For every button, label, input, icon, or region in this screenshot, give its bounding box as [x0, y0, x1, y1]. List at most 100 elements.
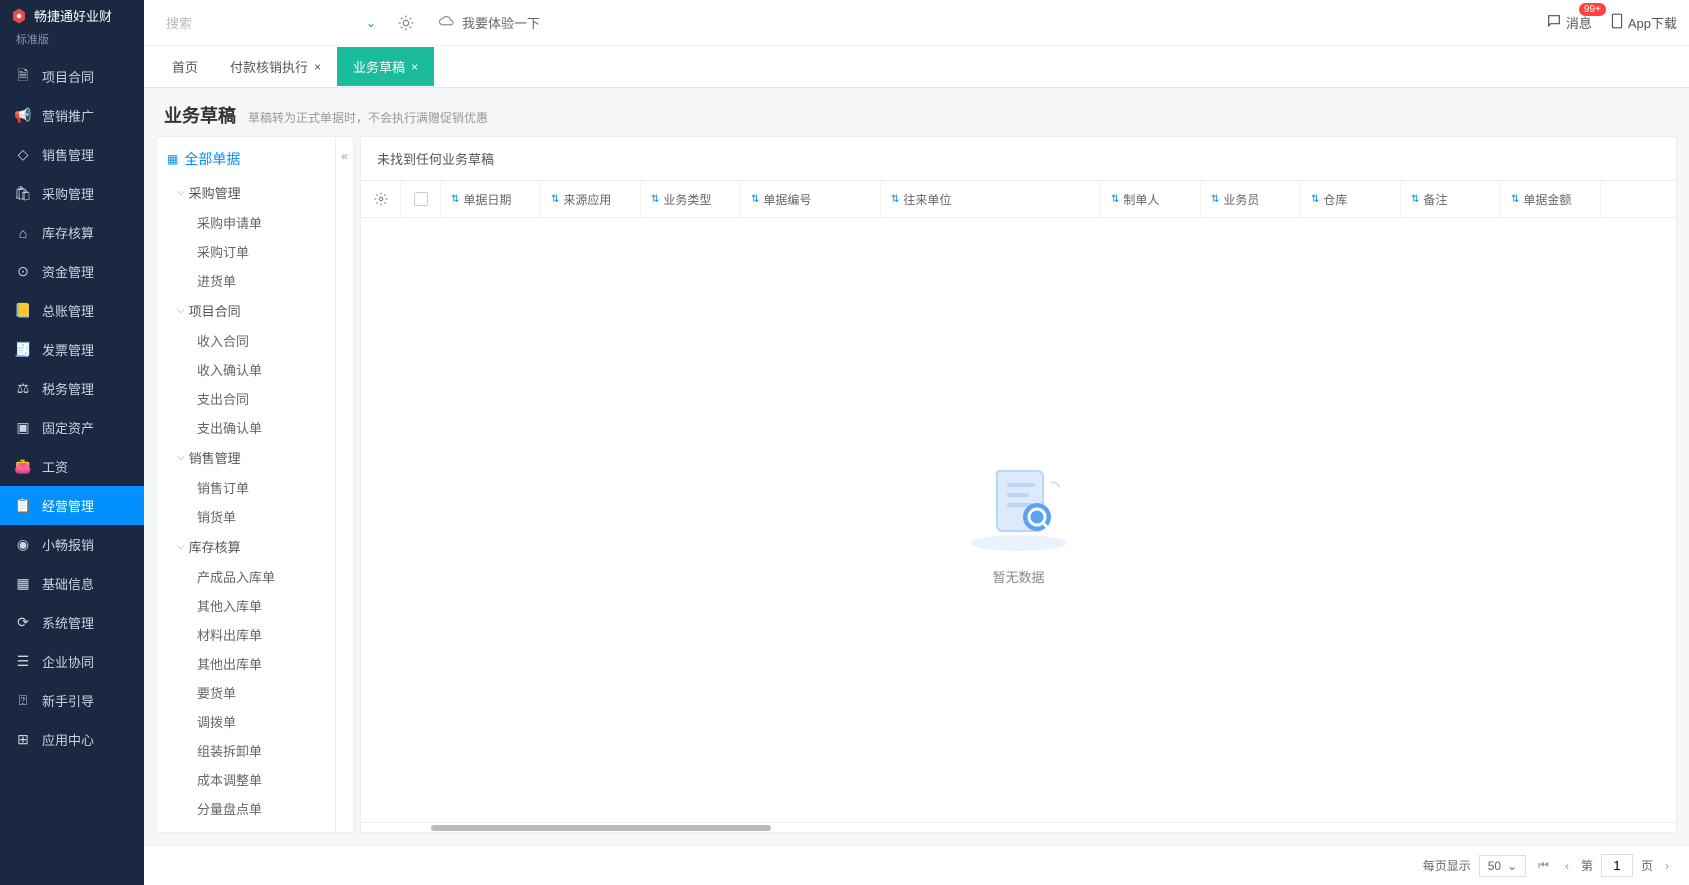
search-input[interactable]: 搜索 ⌄	[156, 7, 386, 39]
col-type[interactable]: ⇅业务类型	[641, 181, 741, 217]
sidebar-item-9[interactable]: ▣ 固定资产	[0, 408, 144, 447]
tree-leaf-3-8[interactable]: 分量盘点单	[157, 794, 335, 823]
sidebar-item-0[interactable]: 🗎 项目合同	[0, 57, 144, 96]
page-label-suffix: 页	[1641, 857, 1653, 874]
sidebar-item-5[interactable]: ⊙资金管理	[0, 252, 144, 291]
sidebar-item-icon: ⍰	[14, 692, 32, 710]
search-placeholder: 搜索	[166, 13, 366, 32]
sidebar-item-6[interactable]: 📒总账管理	[0, 291, 144, 330]
tree-group-1[interactable]: ⌵项目合同	[157, 295, 335, 326]
phone-icon	[1610, 13, 1624, 32]
tree-group-2[interactable]: ⌵销售管理	[157, 442, 335, 473]
sidebar-item-icon: ⊞	[14, 731, 32, 749]
logo-icon	[10, 7, 28, 25]
category-panel-header[interactable]: ▦ 全部单据	[157, 137, 335, 177]
tree-leaf-3-3[interactable]: 其他出库单	[157, 649, 335, 678]
sidebar-item-15[interactable]: ☰企业协同	[0, 642, 144, 681]
tree-leaf-2-1[interactable]: 销货单	[157, 502, 335, 531]
tree-leaf-3-0[interactable]: 产成品入库单	[157, 562, 335, 591]
col-maker[interactable]: ⇅制单人	[1101, 181, 1201, 217]
tab-2[interactable]: 业务草稿×	[337, 47, 434, 86]
sidebar-item-label: 固定资产	[42, 418, 94, 437]
sort-icon: ⇅	[1211, 194, 1219, 205]
sidebar-item-14[interactable]: ⟳ 系统管理	[0, 603, 144, 642]
settings-button[interactable]	[394, 11, 418, 35]
tree-leaf-0-0[interactable]: 采购申请单	[157, 208, 335, 237]
per-page-select[interactable]: 50 ⌄	[1479, 855, 1526, 877]
empty-state-text: 暂无数据	[992, 567, 1044, 586]
col-date[interactable]: ⇅单据日期	[441, 181, 541, 217]
sidebar-item-7[interactable]: 🧾发票管理	[0, 330, 144, 369]
sidebar-item-icon: ◇	[14, 146, 32, 164]
tab-1[interactable]: 付款核销执行×	[214, 47, 337, 86]
tree-group-3[interactable]: ⌵库存核算	[157, 531, 335, 562]
tree-leaf-3-5[interactable]: 调拨单	[157, 707, 335, 736]
close-icon[interactable]: ×	[411, 60, 418, 74]
horizontal-scrollbar[interactable]	[361, 822, 1676, 832]
tree-leaf-1-3[interactable]: 支出确认单	[157, 413, 335, 442]
page-number-input[interactable]	[1601, 854, 1633, 877]
category-panel-title: 全部单据	[184, 149, 240, 169]
close-icon[interactable]: ×	[314, 60, 321, 74]
sidebar-item-label: 基础信息	[42, 574, 94, 593]
sidebar-item-icon: ▣	[14, 419, 32, 437]
sidebar-item-icon: ▦	[14, 575, 32, 593]
sidebar-item-icon: 🗎	[14, 68, 32, 86]
tree-leaf-3-2[interactable]: 材料出库单	[157, 620, 335, 649]
col-source[interactable]: ⇅来源应用	[541, 181, 641, 217]
col-note[interactable]: ⇅备注	[1401, 181, 1501, 217]
tree-leaf-2-0[interactable]: 销售订单	[157, 473, 335, 502]
prev-page-button[interactable]: ‹	[1561, 859, 1573, 873]
sidebar-item-icon: 📒	[14, 302, 32, 320]
column-settings-button[interactable]	[361, 181, 401, 217]
tree-leaf-1-0[interactable]: 收入合同	[157, 326, 335, 355]
tab-0[interactable]: 首页	[156, 47, 214, 86]
sidebar-item-2[interactable]: ◇ 销售管理	[0, 135, 144, 174]
col-code[interactable]: ⇅单据编号	[741, 181, 881, 217]
tree-leaf-1-1[interactable]: 收入确认单	[157, 355, 335, 384]
sidebar-item-label: 应用中心	[42, 730, 94, 749]
tree-leaf-3-7[interactable]: 成本调整单	[157, 765, 335, 794]
app-download-link[interactable]: App下载	[1610, 13, 1677, 32]
sidebar-item-label: 系统管理	[42, 613, 94, 632]
tree-leaf-0-2[interactable]: 进货单	[157, 266, 335, 295]
tree-leaf-3-4[interactable]: 要货单	[157, 678, 335, 707]
grid-icon: ▦	[167, 152, 178, 166]
sidebar-item-label: 项目合同	[42, 67, 94, 86]
sidebar-item-icon: ⊙	[14, 263, 32, 281]
table-body: 暂无数据	[361, 218, 1676, 822]
sidebar-item-11[interactable]: 📋经营管理	[0, 486, 144, 525]
first-page-button[interactable]: ⏮	[1534, 858, 1553, 873]
sidebar-item-icon: ⟳	[14, 614, 32, 632]
sidebar-item-label: 工资	[42, 457, 68, 476]
col-warehouse[interactable]: ⇅仓库	[1301, 181, 1401, 217]
sidebar-item-3[interactable]: 🛍采购管理	[0, 174, 144, 213]
chevron-down-icon: ⌄	[1507, 859, 1517, 873]
sidebar-item-label: 销售管理	[42, 145, 94, 164]
collapse-panel-button[interactable]: «	[336, 136, 354, 833]
tree-leaf-1-2[interactable]: 支出合同	[157, 384, 335, 413]
tree-leaf-3-6[interactable]: 组装拆卸单	[157, 736, 335, 765]
select-all-checkbox[interactable]	[401, 181, 441, 217]
sidebar-item-10[interactable]: 👛工资	[0, 447, 144, 486]
sidebar-item-13[interactable]: ▦ 基础信息	[0, 564, 144, 603]
next-page-button[interactable]: ›	[1661, 859, 1673, 873]
sidebar-item-8[interactable]: ⚖税务管理	[0, 369, 144, 408]
tab-bar: 首页付款核销执行×业务草稿×	[144, 46, 1689, 88]
messages-link[interactable]: 消息	[1546, 13, 1592, 32]
col-amount[interactable]: ⇅单据金额	[1501, 181, 1601, 217]
messages-label: 消息	[1566, 13, 1592, 32]
sidebar-item-4[interactable]: ⌂库存核算	[0, 213, 144, 252]
chevron-down-icon: ⌵	[177, 452, 185, 463]
col-party[interactable]: ⇅往来单位	[881, 181, 1101, 217]
promo-link[interactable]: 我要体验一下	[438, 13, 540, 32]
col-biz[interactable]: ⇅业务员	[1201, 181, 1301, 217]
sidebar-item-1[interactable]: 📢营销推广	[0, 96, 144, 135]
tree-leaf-0-1[interactable]: 采购订单	[157, 237, 335, 266]
brand-version: 标准版	[0, 31, 144, 57]
sidebar-item-17[interactable]: ⊞ 应用中心	[0, 720, 144, 759]
sidebar-item-12[interactable]: ◉小畅报销	[0, 525, 144, 564]
tree-leaf-3-1[interactable]: 其他入库单	[157, 591, 335, 620]
tree-group-0[interactable]: ⌵采购管理	[157, 177, 335, 208]
sidebar-item-16[interactable]: ⍰新手引导	[0, 681, 144, 720]
